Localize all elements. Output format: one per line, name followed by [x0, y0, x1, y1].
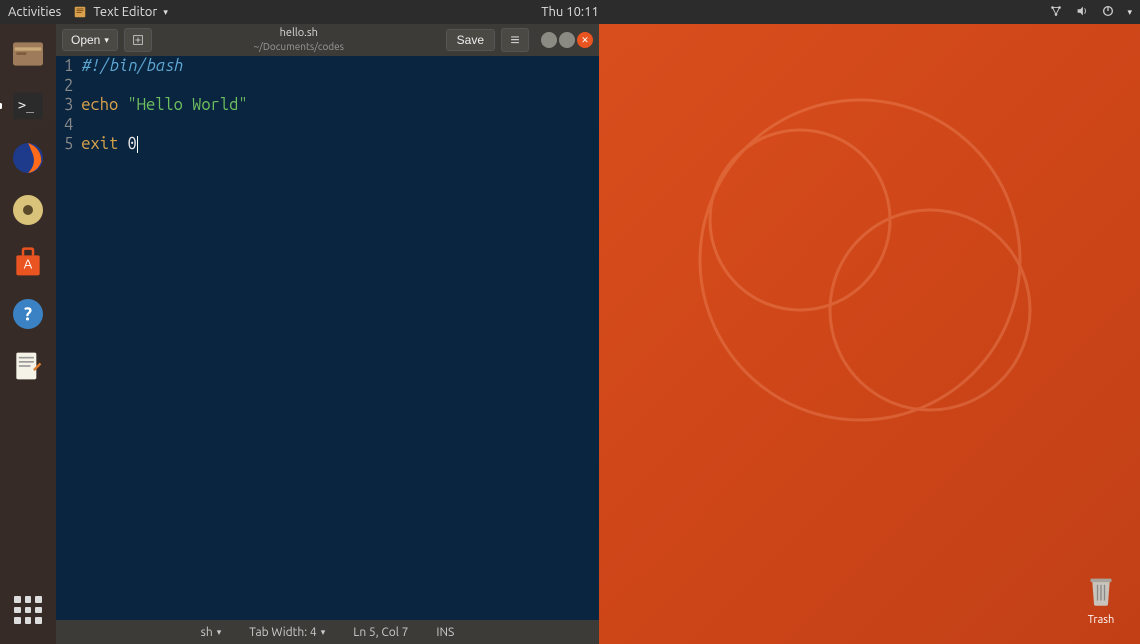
- open-button-label: Open: [71, 33, 100, 47]
- clock[interactable]: Thu 10:11: [541, 5, 599, 19]
- code-area[interactable]: #!/bin/bash echo "Hello World" exit 0: [79, 56, 253, 620]
- document-title: hello.sh: [158, 27, 440, 40]
- launcher-dock: >_ A ?: [0, 24, 56, 644]
- network-icon[interactable]: [1049, 4, 1063, 21]
- chevron-down-icon: ▾: [321, 627, 326, 638]
- launcher-rhythmbox[interactable]: [4, 186, 52, 234]
- chevron-down-icon: ▾: [163, 7, 168, 18]
- trash-bin-icon: [1080, 569, 1122, 611]
- minimize-button[interactable]: [541, 32, 557, 48]
- launcher-files[interactable]: [4, 30, 52, 78]
- top-panel: Activities Text Editor ▾ Thu 10:11 ▾: [0, 0, 1140, 24]
- svg-text:>_: >_: [18, 98, 35, 113]
- document-path: ~/Documents/codes: [158, 41, 440, 53]
- launcher-help[interactable]: ?: [4, 290, 52, 338]
- power-icon[interactable]: [1101, 4, 1115, 21]
- app-menu-label: Text Editor: [93, 5, 157, 19]
- svg-text:A: A: [24, 257, 33, 272]
- svg-text:?: ?: [24, 305, 32, 325]
- chevron-down-icon: ▾: [104, 35, 109, 46]
- wallpaper-decoration: [660, 60, 1060, 460]
- editor-body[interactable]: 12345 #!/bin/bash echo "Hello World" exi…: [56, 56, 599, 620]
- trash-icon[interactable]: Trash: [1080, 569, 1122, 626]
- window-controls: ✕: [541, 32, 593, 48]
- launcher-gedit[interactable]: [4, 342, 52, 390]
- tab-width-selector[interactable]: Tab Width: 4 ▾: [249, 626, 325, 639]
- close-button[interactable]: ✕: [577, 32, 593, 48]
- volume-icon[interactable]: [1075, 4, 1089, 21]
- tab-width-label: Tab Width: 4: [249, 626, 316, 639]
- language-label: sh: [201, 626, 213, 639]
- launcher-firefox[interactable]: [4, 134, 52, 182]
- insert-mode[interactable]: INS: [436, 626, 454, 639]
- new-tab-icon: [131, 33, 145, 47]
- show-applications[interactable]: [4, 586, 52, 634]
- hamburger-menu-button[interactable]: ≡: [501, 28, 529, 52]
- text-editor-window: Open ▾ hello.sh ~/Documents/codes Save ≡…: [56, 24, 599, 644]
- text-editor-icon: [73, 5, 87, 19]
- language-selector[interactable]: sh ▾: [201, 626, 222, 639]
- open-button[interactable]: Open ▾: [62, 29, 118, 51]
- save-button[interactable]: Save: [446, 29, 495, 51]
- chevron-down-icon[interactable]: ▾: [1127, 7, 1132, 18]
- new-tab-button[interactable]: [124, 28, 152, 52]
- trash-label: Trash: [1080, 614, 1122, 626]
- editor-toolbar: Open ▾ hello.sh ~/Documents/codes Save ≡…: [56, 24, 599, 56]
- chevron-down-icon: ▾: [217, 627, 222, 638]
- line-number-gutter: 12345: [56, 56, 79, 620]
- title-area: hello.sh ~/Documents/codes: [158, 27, 440, 52]
- launcher-software[interactable]: A: [4, 238, 52, 286]
- hamburger-icon: ≡: [510, 31, 519, 50]
- app-menu[interactable]: Text Editor ▾: [73, 5, 168, 19]
- cursor-position: Ln 5, Col 7: [353, 626, 408, 639]
- status-bar: sh ▾ Tab Width: 4 ▾ Ln 5, Col 7 INS: [56, 620, 599, 644]
- maximize-button[interactable]: [559, 32, 575, 48]
- activities-button[interactable]: Activities: [8, 5, 61, 19]
- launcher-terminal[interactable]: >_: [4, 82, 52, 130]
